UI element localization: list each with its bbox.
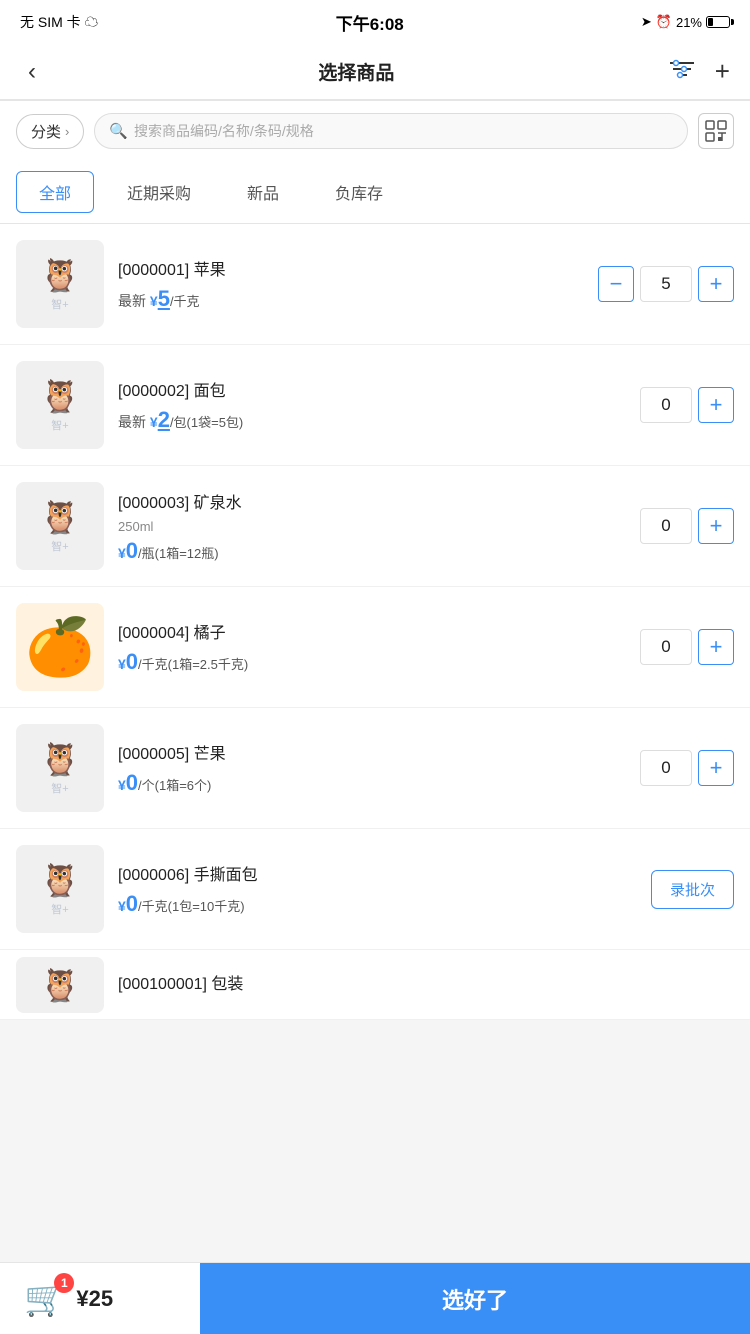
product-name: [0000005] 芒果 xyxy=(118,740,626,764)
cart-icon-wrap[interactable]: 🛒 1 xyxy=(24,1279,66,1319)
status-bar: 无 SIM 卡 ☁ 下午6:08 ➤ ⏰ 21% xyxy=(0,0,750,44)
product-price: ¥0/个(1箱=6个) xyxy=(118,770,626,796)
page-title: 选择商品 xyxy=(318,58,394,85)
status-right: ➤ ⏰ 21% xyxy=(641,14,730,30)
status-left: 无 SIM 卡 ☁ xyxy=(20,12,99,32)
list-item: 🦉 智+ [0000002] 面包 最新 ¥2/包(1袋=5包) + xyxy=(0,345,750,466)
category-button[interactable]: 分类 › xyxy=(16,114,84,149)
qty-control-0000005: + xyxy=(640,750,734,786)
product-price: 最新 ¥2/包(1袋=5包) xyxy=(118,407,626,433)
battery-icon xyxy=(706,16,730,28)
list-item: 🦉 智+ [0000001] 苹果 最新 ¥5/千克 − + xyxy=(0,224,750,345)
product-info-partial: [000100001] 包装 xyxy=(118,970,734,1000)
scan-button[interactable] xyxy=(698,113,734,149)
cart-total: ¥25 xyxy=(76,1286,113,1312)
qty-minus-button[interactable]: − xyxy=(598,266,634,302)
product-image-0000005: 🦉 智+ xyxy=(16,724,104,812)
location-icon: ➤ xyxy=(641,14,652,30)
cart-badge: 1 xyxy=(54,1273,74,1293)
cart-section: 🛒 1 ¥25 xyxy=(0,1279,200,1319)
product-info-0000001: [0000001] 苹果 最新 ¥5/千克 xyxy=(118,256,584,312)
product-image-partial: 🦉 xyxy=(16,957,104,1013)
product-image-0000001: 🦉 智+ xyxy=(16,240,104,328)
qty-input[interactable] xyxy=(640,508,692,544)
product-info-0000003: [0000003] 矿泉水 250ml ¥0/瓶(1箱=12瓶) xyxy=(118,489,626,564)
alarm-icon: ⏰ xyxy=(656,14,672,30)
batch-button[interactable]: 录批次 xyxy=(651,870,734,909)
qty-input[interactable] xyxy=(640,629,692,665)
product-name: [0000003] 矿泉水 xyxy=(118,489,626,513)
search-placeholder: 搜索商品编码/名称/条码/规格 xyxy=(134,121,314,141)
owl-icon: 🦉 xyxy=(40,966,80,1004)
owl-icon: 🦉 xyxy=(40,740,80,778)
filter-bar: 分类 › 🔍 搜索商品编码/名称/条码/规格 xyxy=(0,101,750,161)
product-price: ¥0/千克(1箱=2.5千克) xyxy=(118,649,626,675)
battery-percent: 21% xyxy=(676,15,702,30)
list-item: 🦉 智+ [0000005] 芒果 ¥0/个(1箱=6个) + xyxy=(0,708,750,829)
qty-input[interactable] xyxy=(640,750,692,786)
list-item: 🍊 [0000004] 橘子 ¥0/千克(1箱=2.5千克) + xyxy=(0,587,750,708)
product-image-0000006: 🦉 智+ xyxy=(16,845,104,933)
product-image-0000003: 🦉 智+ xyxy=(16,482,104,570)
product-price: 最新 ¥5/千克 xyxy=(118,286,584,312)
product-name: [0000006] 手撕面包 xyxy=(118,861,637,885)
back-button[interactable]: ‹ xyxy=(20,50,44,94)
product-price: ¥0/千克(1包=10千克) xyxy=(118,891,637,917)
owl-icon: 🦉 xyxy=(40,256,80,294)
qty-plus-button[interactable]: + xyxy=(698,750,734,786)
qty-control-0000001: − + xyxy=(598,266,734,302)
confirm-button[interactable]: 选好了 xyxy=(200,1263,750,1334)
category-label: 分类 xyxy=(31,121,61,142)
owl-icon: 🦉 xyxy=(40,377,80,415)
search-icon: 🔍 xyxy=(109,122,128,140)
qty-input[interactable] xyxy=(640,387,692,423)
product-image-0000004: 🍊 xyxy=(16,603,104,691)
qty-control-0000003: + xyxy=(640,508,734,544)
product-name: [0000004] 橘子 xyxy=(118,619,626,643)
product-info-0000006: [0000006] 手撕面包 ¥0/千克(1包=10千克) xyxy=(118,861,637,917)
list-item-partial: 🦉 [000100001] 包装 xyxy=(0,950,750,1020)
list-item: 🦉 智+ [0000003] 矿泉水 250ml ¥0/瓶(1箱=12瓶) + xyxy=(0,466,750,587)
product-image-0000002: 🦉 智+ xyxy=(16,361,104,449)
category-chevron: › xyxy=(65,124,69,139)
search-bar[interactable]: 🔍 搜索商品编码/名称/条码/规格 xyxy=(94,113,688,149)
product-price: ¥0/瓶(1箱=12瓶) xyxy=(118,538,626,564)
product-name: [000100001] 包装 xyxy=(118,970,734,994)
qty-control-0000002: + xyxy=(640,387,734,423)
filter-icon[interactable] xyxy=(669,58,695,86)
add-button[interactable]: + xyxy=(715,56,730,87)
qty-plus-button[interactable]: + xyxy=(698,387,734,423)
tab-all[interactable]: 全部 xyxy=(16,171,94,213)
tab-recent[interactable]: 近期采购 xyxy=(104,171,214,213)
qty-control-0000004: + xyxy=(640,629,734,665)
qty-input[interactable] xyxy=(640,266,692,302)
owl-icon: 🦉 xyxy=(40,498,80,536)
nav-bar: ‹ 选择商品 + xyxy=(0,44,750,100)
product-info-0000004: [0000004] 橘子 ¥0/千克(1箱=2.5千克) xyxy=(118,619,626,675)
qty-plus-button[interactable]: + xyxy=(698,629,734,665)
product-name: [0000002] 面包 xyxy=(118,377,626,401)
list-item: 🦉 智+ [0000006] 手撕面包 ¥0/千克(1包=10千克) 录批次 xyxy=(0,829,750,950)
product-spec: 250ml xyxy=(118,519,626,534)
nav-actions: + xyxy=(669,56,730,87)
tab-bar: 全部 近期采购 新品 负库存 xyxy=(0,161,750,224)
status-time: 下午6:08 xyxy=(336,10,404,35)
tab-new[interactable]: 新品 xyxy=(224,171,302,213)
qty-plus-button[interactable]: + xyxy=(698,508,734,544)
product-info-0000002: [0000002] 面包 最新 ¥2/包(1袋=5包) xyxy=(118,377,626,433)
owl-icon: 🦉 xyxy=(40,861,80,899)
bottom-bar: 🛒 1 ¥25 选好了 xyxy=(0,1262,750,1334)
qty-plus-button[interactable]: + xyxy=(698,266,734,302)
tab-negative[interactable]: 负库存 xyxy=(312,171,406,213)
product-list: 🦉 智+ [0000001] 苹果 最新 ¥5/千克 − + 🦉 智+ [000… xyxy=(0,224,750,1020)
product-info-0000005: [0000005] 芒果 ¥0/个(1箱=6个) xyxy=(118,740,626,796)
product-name: [0000001] 苹果 xyxy=(118,256,584,280)
